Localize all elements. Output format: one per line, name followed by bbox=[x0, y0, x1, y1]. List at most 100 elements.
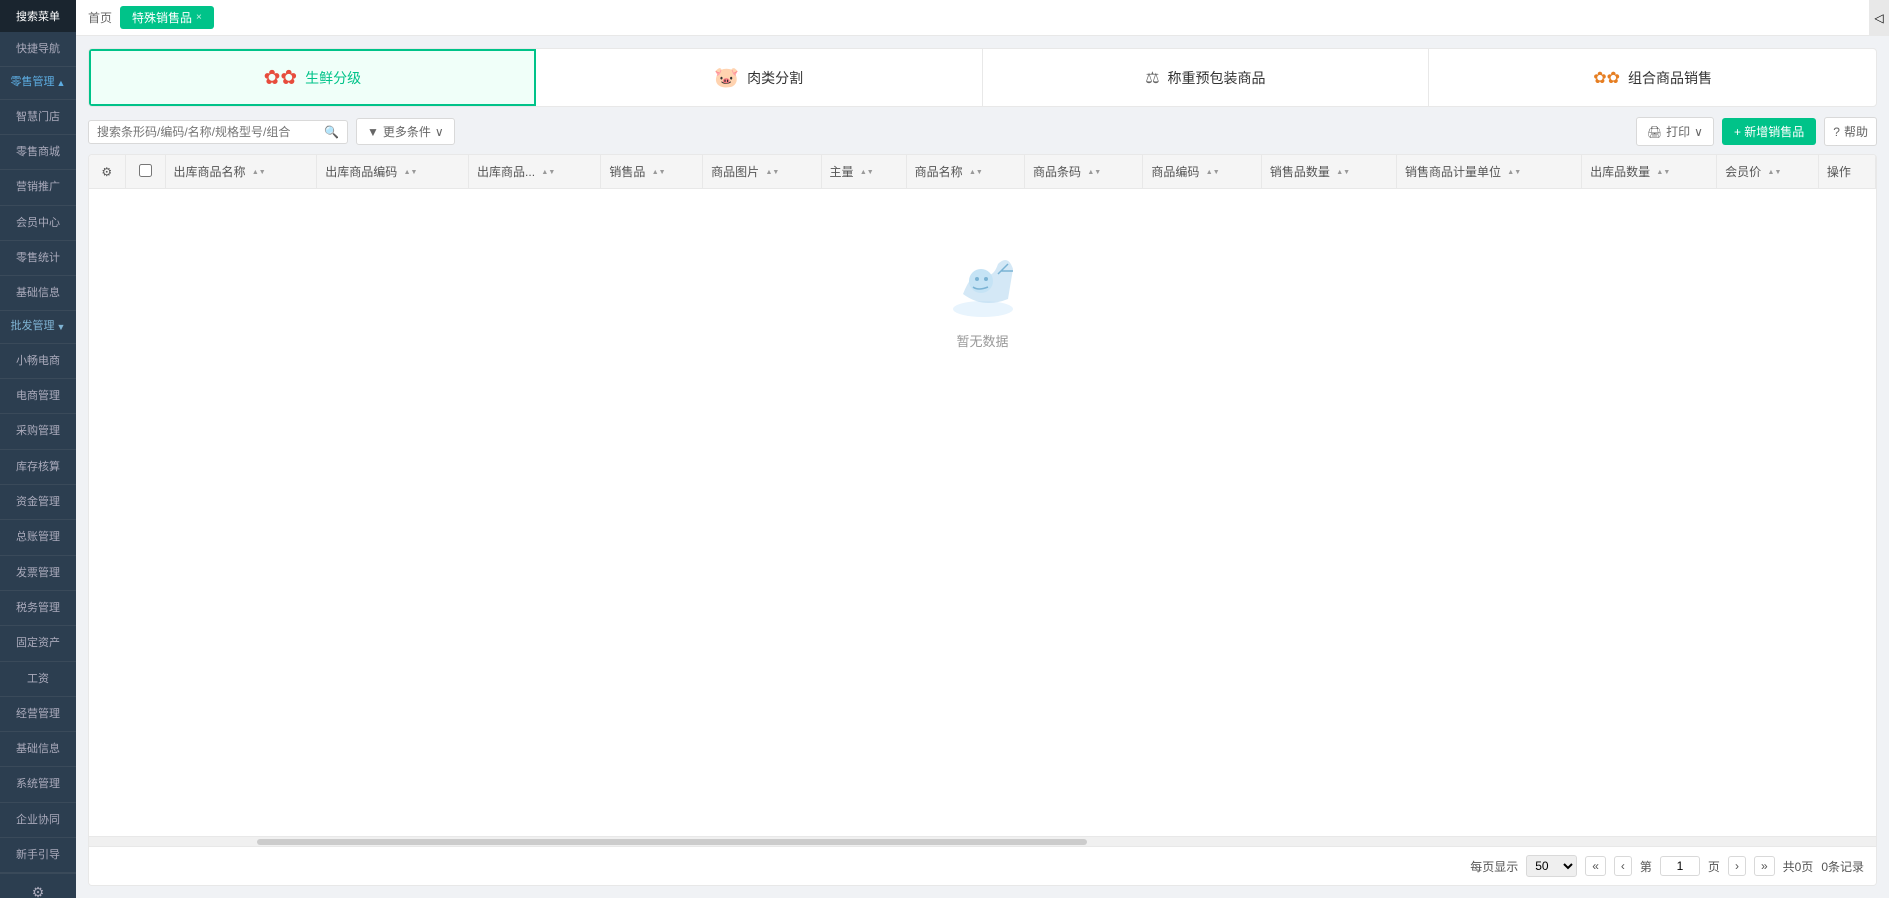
th-prodname[interactable]: 商品名称 ▲▼ bbox=[906, 155, 1024, 189]
sort-icon-11[interactable]: ▲▼ bbox=[1507, 169, 1521, 176]
search-icon[interactable]: 🔍 bbox=[324, 125, 339, 139]
tab-meat-label: 肉类分割 bbox=[747, 68, 803, 88]
th-salesqty[interactable]: 销售品数量 ▲▼ bbox=[1261, 155, 1396, 189]
sidebar-item-dianshang[interactable]: 电商管理 bbox=[0, 379, 76, 414]
sidebar-item-gongzi[interactable]: 工资 bbox=[0, 662, 76, 697]
sort-icon-12[interactable]: ▲▼ bbox=[1656, 169, 1670, 176]
th-prodimg[interactable]: 商品图片 ▲▼ bbox=[703, 155, 821, 189]
sidebar-item-jichu1[interactable]: 基础信息 bbox=[0, 276, 76, 311]
sidebar-item-caigou[interactable]: 采购管理 bbox=[0, 414, 76, 449]
gear-icon[interactable]: ⚙ bbox=[0, 873, 76, 898]
search-input[interactable] bbox=[97, 125, 324, 139]
sidebar-item-lingshoup[interactable]: 零售管理 ▲ bbox=[0, 67, 76, 99]
pifa-expand-icon: ▼ bbox=[57, 321, 66, 334]
combo-icon: ✿✿ bbox=[1593, 68, 1620, 88]
topbar-home[interactable]: 首页 bbox=[88, 9, 112, 26]
next-page-button[interactable]: › bbox=[1728, 856, 1746, 876]
print-button[interactable]: 🖨 打印 ∨ bbox=[1636, 117, 1714, 146]
empty-icon bbox=[943, 249, 1023, 319]
sidebar-item-qiye[interactable]: 企业协同 bbox=[0, 803, 76, 838]
page-label: 第 bbox=[1640, 858, 1652, 875]
sidebar-item-zijin[interactable]: 资金管理 bbox=[0, 485, 76, 520]
tab-combo[interactable]: ✿✿ 组合商品销售 bbox=[1429, 49, 1876, 106]
help-button[interactable]: ? 帮助 bbox=[1824, 117, 1877, 146]
page-input[interactable] bbox=[1660, 856, 1700, 876]
sort-icon-6[interactable]: ▲▼ bbox=[860, 169, 874, 176]
th-settings[interactable]: ⚙ bbox=[89, 155, 125, 189]
sort-icon-7[interactable]: ▲▼ bbox=[969, 169, 983, 176]
filter-button[interactable]: ▼ 更多条件 ∨ bbox=[356, 118, 455, 145]
first-page-button[interactable]: « bbox=[1585, 856, 1606, 876]
th-barcode-label: 商品条码 bbox=[1033, 165, 1081, 179]
th-outcode[interactable]: 出库商品编码 ▲▼ bbox=[317, 155, 469, 189]
scrollbar-thumb[interactable] bbox=[257, 839, 1087, 845]
select-all-checkbox[interactable] bbox=[139, 164, 152, 177]
content-area: ✿✿ 生鲜分级 🐷 肉类分割 ⚖ 称重预包装商品 ✿✿ 组合商品销售 🔍 bbox=[76, 36, 1889, 898]
topbar-tab-label: 特殊销售品 bbox=[132, 9, 192, 26]
sidebar-item-zhihui[interactable]: 智慧门店 bbox=[0, 100, 76, 135]
print-caret-icon: ∨ bbox=[1694, 125, 1703, 139]
th-salesprod[interactable]: 销售品 ▲▼ bbox=[601, 155, 703, 189]
th-prodcode-label: 商品编码 bbox=[1151, 165, 1199, 179]
horizontal-scrollbar[interactable] bbox=[89, 836, 1876, 846]
per-page-label: 每页显示 bbox=[1470, 858, 1518, 875]
topbar-tab-close-icon[interactable]: × bbox=[196, 12, 202, 23]
sort-icon-4[interactable]: ▲▼ bbox=[652, 169, 666, 176]
sidebar-item-zhangmu[interactable]: 总账管理 bbox=[0, 520, 76, 555]
help-label: 帮助 bbox=[1844, 123, 1868, 140]
tab-scale[interactable]: ⚖ 称重预包装商品 bbox=[983, 49, 1430, 106]
sidebar-item-fapiao[interactable]: 发票管理 bbox=[0, 556, 76, 591]
th-barcode[interactable]: 商品条码 ▲▼ bbox=[1025, 155, 1143, 189]
th-prodcode[interactable]: 商品编码 ▲▼ bbox=[1143, 155, 1261, 189]
topbar-tab-special[interactable]: 特殊销售品 × bbox=[120, 6, 214, 29]
th-checkbox[interactable] bbox=[125, 155, 165, 189]
sort-icon-8[interactable]: ▲▼ bbox=[1087, 169, 1101, 176]
sidebar-item-yingxiao[interactable]: 营销推广 bbox=[0, 170, 76, 205]
sort-icon[interactable]: ▲▼ bbox=[252, 169, 266, 176]
new-label: + 新增销售品 bbox=[1734, 123, 1804, 140]
sidebar-item-shuiwu[interactable]: 税务管理 bbox=[0, 591, 76, 626]
th-outname[interactable]: 出库商品名称 ▲▼ bbox=[165, 155, 317, 189]
th-memberprice[interactable]: 会员价 ▲▼ bbox=[1717, 155, 1819, 189]
th-out3[interactable]: 出库商品... ▲▼ bbox=[469, 155, 601, 189]
sidebar: 搜索菜单 快捷导航 零售管理 ▲ 智慧门店 零售商城 营销推广 会员中心 零售统… bbox=[0, 0, 76, 898]
sidebar-item-pifa[interactable]: 批发管理 ▼ bbox=[0, 311, 76, 343]
new-button[interactable]: + 新增销售品 bbox=[1722, 118, 1816, 145]
sidebar-item-jingying[interactable]: 经营管理 bbox=[0, 697, 76, 732]
empty-state: 暂无数据 bbox=[89, 189, 1876, 410]
search-box[interactable]: 🔍 bbox=[88, 120, 348, 144]
sort-icon-13[interactable]: ▲▼ bbox=[1768, 169, 1782, 176]
tab-meat[interactable]: 🐷 肉类分割 bbox=[536, 49, 983, 106]
sidebar-item-xitong[interactable]: 系统管理 bbox=[0, 767, 76, 802]
tab-fresh[interactable]: ✿✿ 生鲜分级 bbox=[89, 49, 536, 106]
data-table: ⚙ 出库商品名称 ▲▼ 出库商品编码 ▲▼ 出库商品... bbox=[89, 155, 1876, 189]
sort-icon-3[interactable]: ▲▼ bbox=[541, 169, 555, 176]
sidebar-item-gudingzichan[interactable]: 固定资产 bbox=[0, 626, 76, 661]
sort-icon-5[interactable]: ▲▼ bbox=[765, 169, 779, 176]
th-outqty[interactable]: 出库品数量 ▲▼ bbox=[1582, 155, 1717, 189]
th-unit[interactable]: 销售商品计量单位 ▲▼ bbox=[1396, 155, 1581, 189]
sort-icon-2[interactable]: ▲▼ bbox=[404, 169, 418, 176]
th-action: 操作 bbox=[1818, 155, 1875, 189]
sidebar-item-xiaochang[interactable]: 小畅电商 bbox=[0, 344, 76, 379]
last-page-button[interactable]: » bbox=[1754, 856, 1775, 876]
sidebar-item-jichu2[interactable]: 基础信息 bbox=[0, 732, 76, 767]
sort-icon-9[interactable]: ▲▼ bbox=[1206, 169, 1220, 176]
th-salesqty-label: 销售品数量 bbox=[1270, 165, 1330, 179]
lingshoup-expand-icon: ▲ bbox=[57, 77, 66, 90]
top-toggle-icon[interactable]: ◁ bbox=[1869, 0, 1889, 36]
print-icon: 🖨 bbox=[1647, 125, 1662, 139]
sidebar-item-shangcheng[interactable]: 零售商城 bbox=[0, 135, 76, 170]
table-scroll[interactable]: ⚙ 出库商品名称 ▲▼ 出库商品编码 ▲▼ 出库商品... bbox=[89, 155, 1876, 836]
sidebar-item-huiyuan[interactable]: 会员中心 bbox=[0, 206, 76, 241]
per-page-select[interactable]: 50 10 20 100 bbox=[1526, 855, 1577, 877]
sidebar-item-xinshou[interactable]: 新手引导 bbox=[0, 838, 76, 873]
sidebar-item-tongji[interactable]: 零售统计 bbox=[0, 241, 76, 276]
page-unit: 页 bbox=[1708, 858, 1720, 875]
prev-page-button[interactable]: ‹ bbox=[1614, 856, 1632, 876]
sidebar-search[interactable]: 搜索菜单 bbox=[0, 0, 76, 32]
sidebar-item-kuaijie[interactable]: 快捷导航 bbox=[0, 32, 76, 67]
sidebar-item-kucun[interactable]: 库存核算 bbox=[0, 450, 76, 485]
sort-icon-10[interactable]: ▲▼ bbox=[1336, 169, 1350, 176]
th-mainqty[interactable]: 主量 ▲▼ bbox=[821, 155, 906, 189]
